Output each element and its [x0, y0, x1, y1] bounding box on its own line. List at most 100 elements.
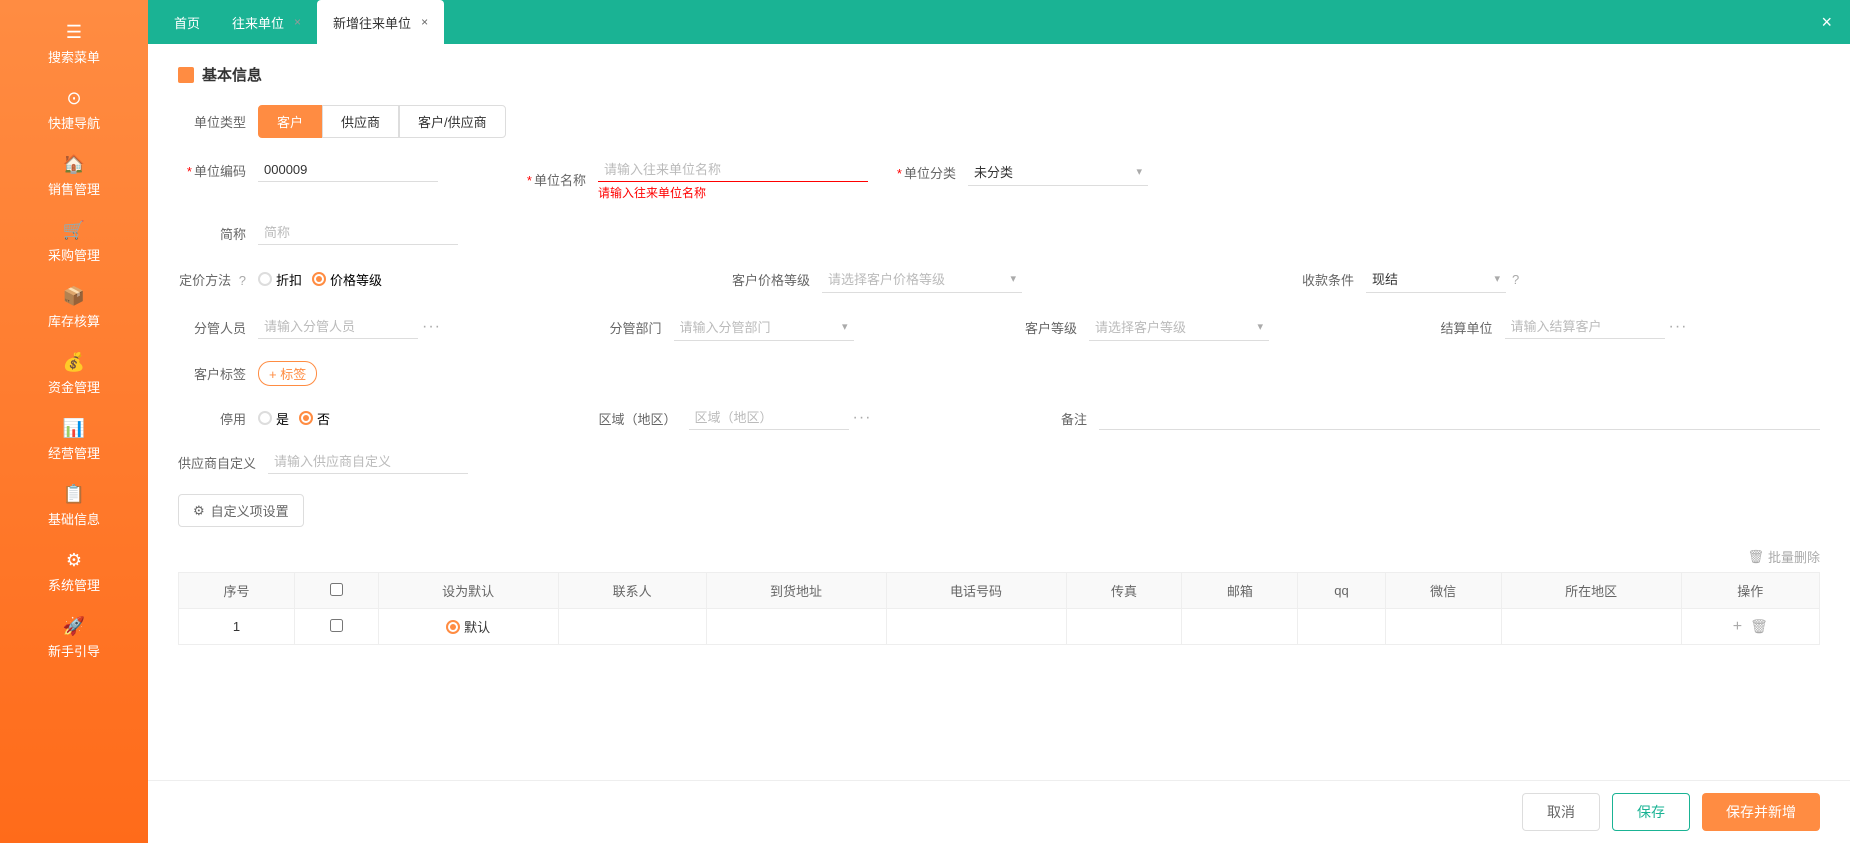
fund-icon: 💰 [63, 352, 85, 373]
add-tag-button[interactable]: + 标签 [258, 361, 317, 386]
row-default-radio-item[interactable]: 默认 [389, 617, 548, 636]
region-input[interactable] [689, 406, 849, 430]
supervisor-label: 分管人员 [178, 318, 258, 337]
basic-info-icon: 📋 [63, 484, 85, 505]
unit-name-label: *单位名称 [518, 170, 598, 189]
sidebar-item-basic-info[interactable]: 📋 基础信息 [0, 472, 148, 538]
row-delete-icon[interactable]: 🗑 [1750, 618, 1768, 635]
row-fax [1066, 609, 1182, 645]
payment-terms-select[interactable]: 现结 ▾ [1366, 265, 1506, 293]
pricing-discount-radio[interactable] [258, 272, 272, 286]
supervisor-dept-select[interactable]: 请输入分管部门 ▾ [674, 313, 854, 341]
col-contact: 联系人 [558, 573, 706, 609]
unit-type-supplier-btn[interactable]: 供应商 [322, 105, 399, 138]
short-name-input[interactable] [258, 221, 458, 245]
sidebar-item-biz-mgmt[interactable]: 📊 经营管理 [0, 406, 148, 472]
unit-category-select[interactable]: 未分类 ▾ [968, 158, 1148, 186]
unit-category-label: *单位分类 [888, 163, 968, 182]
sidebar-item-fund-mgmt[interactable]: 💰 资金管理 [0, 340, 148, 406]
unit-type-customer-btn[interactable]: 客户 [258, 105, 322, 138]
chevron-down-icon: ▾ [1257, 320, 1263, 333]
sys-icon: ⚙ [66, 550, 82, 571]
region-more-btn[interactable]: ··· [849, 409, 876, 427]
pricing-discount-option[interactable]: 折扣 [258, 270, 302, 289]
customer-price-level-placeholder: 请选择客户价格等级 [828, 269, 1006, 288]
supervisor-dept-field: 分管部门 请输入分管部门 ▾ [594, 313, 990, 341]
row-default-radio[interactable] [446, 620, 460, 634]
tab-new-partner-close[interactable]: × [421, 15, 428, 29]
col-no: 序号 [179, 573, 295, 609]
pricing-level-radio[interactable] [312, 272, 326, 286]
save-and-new-button[interactable]: 保存并新增 [1702, 793, 1820, 831]
unit-type-row: 单位类型 客户 供应商 客户/供应商 [178, 105, 1820, 138]
supplier-custom-input[interactable] [268, 450, 468, 474]
row-short-name: 简称 [178, 221, 1820, 245]
disabled-no-option[interactable]: 否 [299, 409, 330, 428]
pricing-method-radio-group: 折扣 价格等级 [258, 270, 382, 289]
content-area: 基本信息 单位类型 客户 供应商 客户/供应商 *单位编码 [148, 44, 1850, 780]
row-contact [558, 609, 706, 645]
custom-settings-button[interactable]: ⚙ 自定义项设置 [178, 494, 304, 527]
main-area: 首页 往来单位 × 新增往来单位 × × 基本信息 单位类型 客户 供应 [148, 0, 1850, 843]
remark-input[interactable] [1099, 406, 1820, 430]
col-email: 邮箱 [1182, 573, 1298, 609]
sidebar-item-quick-nav[interactable]: ⊙ 快捷导航 [0, 76, 148, 142]
payment-help-icon[interactable]: ? [1512, 272, 1519, 287]
select-all-checkbox[interactable] [330, 583, 343, 596]
sidebar-item-label: 资金管理 [48, 377, 100, 396]
supervisor-more-btn[interactable]: ··· [418, 318, 445, 336]
customer-level-select[interactable]: 请选择客户等级 ▾ [1089, 313, 1269, 341]
chevron-down-icon: ▾ [1494, 272, 1500, 285]
disabled-field: 停用 是 否 [178, 409, 579, 428]
cancel-button[interactable]: 取消 [1522, 793, 1600, 831]
sidebar-item-label: 快捷导航 [48, 113, 100, 132]
col-checkbox [294, 573, 378, 609]
tab-new-partner[interactable]: 新增往来单位 × [317, 0, 444, 44]
col-default: 设为默认 [378, 573, 558, 609]
settlement-unit-field: 结算单位 ··· [1425, 315, 1821, 339]
save-button[interactable]: 保存 [1612, 793, 1690, 831]
unit-category-field: *单位分类 未分类 ▾ [888, 158, 1820, 186]
row-qq [1298, 609, 1385, 645]
row-default-cell: 默认 [378, 609, 558, 645]
unit-code-label: *单位编码 [178, 161, 258, 180]
sidebar-item-label: 采购管理 [48, 245, 100, 264]
unit-name-input[interactable] [598, 158, 868, 182]
row-add-icon[interactable]: + [1733, 618, 1742, 636]
customer-price-level-select[interactable]: 请选择客户价格等级 ▾ [822, 265, 1022, 293]
unit-type-both-btn[interactable]: 客户/供应商 [399, 105, 506, 138]
row-region [1501, 609, 1681, 645]
close-all-tabs-button[interactable]: × [1813, 12, 1840, 33]
tab-partners[interactable]: 往来单位 × [216, 0, 317, 44]
sidebar-item-sys-mgmt[interactable]: ⚙ 系统管理 [0, 538, 148, 604]
tab-home[interactable]: 首页 [158, 0, 216, 44]
disabled-yes-option[interactable]: 是 [258, 409, 289, 428]
row-unit-code-name-cat: *单位编码 *单位名称 请输入往来单位名称 *单位分类 未分类 ▾ [178, 158, 1820, 201]
sales-icon: 🏠 [63, 154, 85, 175]
unit-code-input[interactable] [258, 158, 438, 182]
customer-tags-label: 客户标签 [178, 364, 258, 383]
sidebar-item-new-guide[interactable]: 🚀 新手引导 [0, 604, 148, 670]
pricing-level-option[interactable]: 价格等级 [312, 270, 382, 289]
tab-partners-close[interactable]: × [294, 15, 301, 29]
batch-delete-button[interactable]: 🗑 批量删除 [1747, 547, 1820, 566]
sidebar-item-label: 经营管理 [48, 443, 100, 462]
sidebar-item-stock-settle[interactable]: 📦 库存核算 [0, 274, 148, 340]
supervisor-input[interactable] [258, 315, 418, 339]
row-supplier-custom: 供应商自定义 [178, 450, 1820, 474]
settlement-unit-more-btn[interactable]: ··· [1665, 318, 1692, 336]
sidebar-item-purchase-mgmt[interactable]: 🛒 采购管理 [0, 208, 148, 274]
chevron-down-icon: ▾ [842, 320, 848, 333]
custom-settings-section: ⚙ 自定义项设置 [178, 494, 1820, 527]
region-label: 区域（地区） [599, 409, 689, 428]
row-checkbox[interactable] [330, 619, 343, 632]
pricing-help-icon[interactable]: ? [239, 273, 246, 288]
table-row: 1 默认 [179, 609, 1820, 645]
disabled-no-radio[interactable] [299, 411, 313, 425]
gear-icon: ⚙ [193, 503, 205, 519]
disabled-yes-radio[interactable] [258, 411, 272, 425]
sidebar-item-sales-mgmt[interactable]: 🏠 销售管理 [0, 142, 148, 208]
settlement-unit-input[interactable] [1505, 315, 1665, 339]
sidebar-item-search-menu[interactable]: ☰ 搜索菜单 [0, 10, 148, 76]
row-disabled-region: 停用 是 否 区域（地区） [178, 406, 1820, 430]
